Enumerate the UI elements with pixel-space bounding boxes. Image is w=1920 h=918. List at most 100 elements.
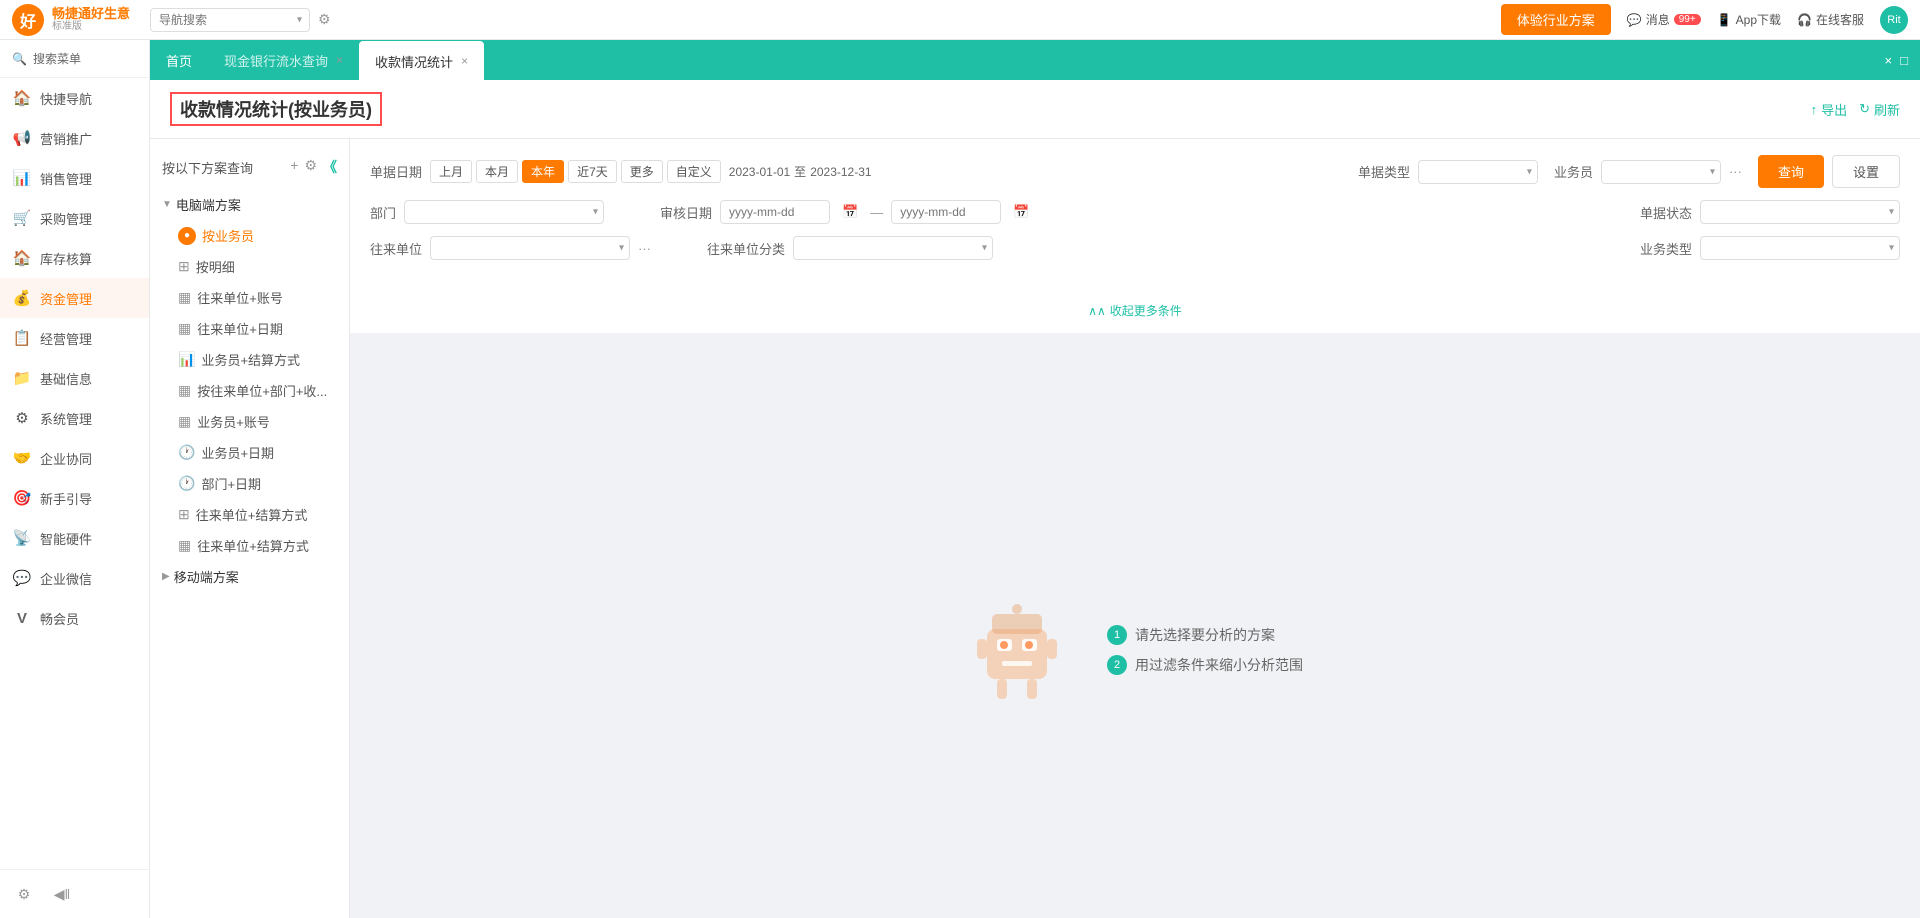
tree-item-1[interactable]: ⊞ 按明细 xyxy=(150,251,349,282)
dept-filter: 部门 xyxy=(370,200,604,224)
salesperson-more-icon[interactable]: ··· xyxy=(1729,164,1742,179)
partner-cat-select-wrapper xyxy=(793,236,993,260)
tree-item-2[interactable]: ▦ 往来单位+账号 xyxy=(150,282,349,313)
tree-item-0[interactable]: ● 按业务员 xyxy=(150,220,349,251)
page-title: 收款情况统计(按业务员) xyxy=(170,92,382,126)
partner-cat-select[interactable] xyxy=(793,236,993,260)
tree-item-9[interactable]: ⊞ 往来单位+结算方式 xyxy=(150,499,349,530)
sidebar-item-finance[interactable]: 💰 资金管理 xyxy=(0,278,149,318)
date-btn-this-year[interactable]: 本年 xyxy=(522,160,564,183)
partner-select[interactable] xyxy=(430,236,630,260)
online-service-btn[interactable]: 🎧 在线客服 xyxy=(1797,11,1864,28)
sidebar-item-wechat[interactable]: 💬 企业微信 xyxy=(0,558,149,598)
sidebar-item-operations[interactable]: 📋 经营管理 xyxy=(0,318,149,358)
sidebar-item-basic[interactable]: 📁 基础信息 xyxy=(0,358,149,398)
settings-gear-icon[interactable]: ⚙ xyxy=(318,11,331,28)
review-date-start[interactable] xyxy=(720,200,830,224)
partner-more-icon[interactable]: ··· xyxy=(638,241,651,256)
add-scheme-btn[interactable]: + xyxy=(290,157,298,177)
guide-num-2: 2 xyxy=(1107,655,1127,675)
tab-bar-right: × □ xyxy=(1885,53,1920,68)
sidebar-item-system[interactable]: ⚙ 系统管理 xyxy=(0,398,149,438)
review-date-filter: 审核日期 📅 — 📅 xyxy=(660,200,1033,224)
doc-status-filter: 单据状态 xyxy=(1640,200,1900,224)
biz-type-filter: 业务类型 xyxy=(1640,236,1900,260)
query-button[interactable]: 查询 xyxy=(1758,155,1824,188)
filter-row1-actions: 查询 设置 xyxy=(1758,155,1900,188)
item1-icon: ⊞ xyxy=(178,258,190,275)
date-range: 2023-01-01 至 2023-12-31 xyxy=(729,163,872,180)
window-max-icon[interactable]: □ xyxy=(1900,53,1908,68)
empty-state: 1 请先选择要分析的方案 2 用过滤条件来缩小分析范围 xyxy=(350,333,1920,918)
sidebar-collapse-btn[interactable]: ◀‖ xyxy=(48,880,76,908)
logo-text: 畅捷通好生意 xyxy=(52,6,130,22)
top-bar: 好 畅捷通好生意 标准版 ▾ ⚙ 体验行业方案 💬 消息 99+ 📱 App下载 xyxy=(0,0,1920,40)
refresh-btn[interactable]: ↻ 刷新 xyxy=(1859,100,1900,119)
sidebar-search[interactable]: 🔍 搜索菜单 xyxy=(0,40,149,78)
collapse-panel-btn[interactable]: 《 xyxy=(323,157,337,177)
date-btn-last-month[interactable]: 上月 xyxy=(430,160,472,183)
window-close-icon[interactable]: × xyxy=(1885,53,1893,68)
doc-type-filter: 单据类型 xyxy=(1358,160,1538,184)
tree-item-10[interactable]: ▦ 往来单位+结算方式 xyxy=(150,530,349,561)
app-download-btn[interactable]: 📱 App下载 xyxy=(1717,11,1781,28)
sidebar-item-hardware[interactable]: 📡 智能硬件 xyxy=(0,518,149,558)
sidebar-settings-btn[interactable]: ⚙ xyxy=(10,880,38,908)
dept-select-wrapper xyxy=(404,200,604,224)
sidebar-item-marketing[interactable]: 📢 营销推广 xyxy=(0,118,149,158)
tree-item-5[interactable]: ▦ 按往来单位+部门+收... xyxy=(150,375,349,406)
doc-type-select[interactable] xyxy=(1418,160,1538,184)
biz-type-select[interactable] xyxy=(1700,236,1900,260)
tab-home[interactable]: 首页 xyxy=(150,40,208,80)
collapse-btn[interactable]: ∧∧ 收起更多条件 xyxy=(1076,298,1194,323)
date-filter: 单据日期 上月 本月 本年 近7天 更多 自定义 xyxy=(370,160,872,183)
scheme-settings-btn[interactable]: ⚙ xyxy=(304,157,317,177)
guide-icon: 🎯 xyxy=(12,488,32,508)
nav-search-input[interactable] xyxy=(150,8,310,32)
partner-filter: 往来单位 ··· xyxy=(370,236,651,260)
item4-icon: 📊 xyxy=(178,351,195,368)
sidebar-item-inventory[interactable]: 🏠 库存核算 xyxy=(0,238,149,278)
message-btn[interactable]: 💬 消息 99+ xyxy=(1627,11,1701,28)
tree-item-8[interactable]: 🕐 部门+日期 xyxy=(150,468,349,499)
page-body: 收款情况统计(按业务员) ↑ 导出 ↻ 刷新 xyxy=(150,80,1920,918)
salesperson-select[interactable] xyxy=(1601,160,1721,184)
date-btn-custom[interactable]: 自定义 xyxy=(667,160,721,183)
sidebar-item-quicknav[interactable]: 🏠 快捷导航 xyxy=(0,78,149,118)
tree-item-3[interactable]: ▦ 往来单位+日期 xyxy=(150,313,349,344)
tree-item-6[interactable]: ▦ 业务员+账号 xyxy=(150,406,349,437)
review-date-end[interactable] xyxy=(891,200,1001,224)
empty-illustration xyxy=(967,599,1067,712)
settings-button[interactable]: 设置 xyxy=(1832,155,1900,188)
tree-item-4[interactable]: 📊 业务员+结算方式 xyxy=(150,344,349,375)
tab-cash-flow[interactable]: 现金银行流水查询 × xyxy=(208,40,359,80)
headset-icon: 🎧 xyxy=(1797,13,1812,27)
date-btn-more[interactable]: 更多 xyxy=(621,160,663,183)
item3-icon: ▦ xyxy=(178,320,191,337)
date-btn-this-month[interactable]: 本月 xyxy=(476,160,518,183)
tree-item-7[interactable]: 🕐 业务员+日期 xyxy=(150,437,349,468)
sidebar-item-member[interactable]: V 畅会员 xyxy=(0,598,149,638)
tab-collection-stats[interactable]: 收款情况统计 × xyxy=(359,41,484,81)
date-btn-7days[interactable]: 近7天 xyxy=(568,160,617,183)
tab2-close-icon[interactable]: × xyxy=(461,54,468,68)
system-icon: ⚙ xyxy=(12,408,32,428)
collab-icon: 🤝 xyxy=(12,448,32,468)
sidebar-item-guide[interactable]: 🎯 新手引导 xyxy=(0,478,149,518)
user-avatar[interactable]: Rit xyxy=(1880,6,1908,34)
sidebar-item-purchase[interactable]: 🛒 采购管理 xyxy=(0,198,149,238)
purchase-icon: 🛒 xyxy=(12,208,32,228)
tree-group-mobile-header[interactable]: ▶ 移动端方案 xyxy=(150,561,349,592)
doc-status-select[interactable] xyxy=(1700,200,1900,224)
biz-type-select-wrapper xyxy=(1700,236,1900,260)
tab1-close-icon[interactable]: × xyxy=(336,53,343,67)
page-header: 收款情况统计(按业务员) ↑ 导出 ↻ 刷新 xyxy=(150,80,1920,139)
trial-button[interactable]: 体验行业方案 xyxy=(1501,4,1611,35)
sidebar-item-sales[interactable]: 📊 销售管理 xyxy=(0,158,149,198)
export-btn[interactable]: ↑ 导出 xyxy=(1811,100,1848,119)
tree-group-desktop-header[interactable]: ▼ 电脑端方案 xyxy=(150,189,349,220)
sidebar-item-collab[interactable]: 🤝 企业协同 xyxy=(0,438,149,478)
top-bar-actions: 体验行业方案 💬 消息 99+ 📱 App下载 🎧 在线客服 Rit xyxy=(1501,4,1908,35)
collapse-area: ∧∧ 收起更多条件 xyxy=(350,288,1920,333)
dept-select[interactable] xyxy=(404,200,604,224)
